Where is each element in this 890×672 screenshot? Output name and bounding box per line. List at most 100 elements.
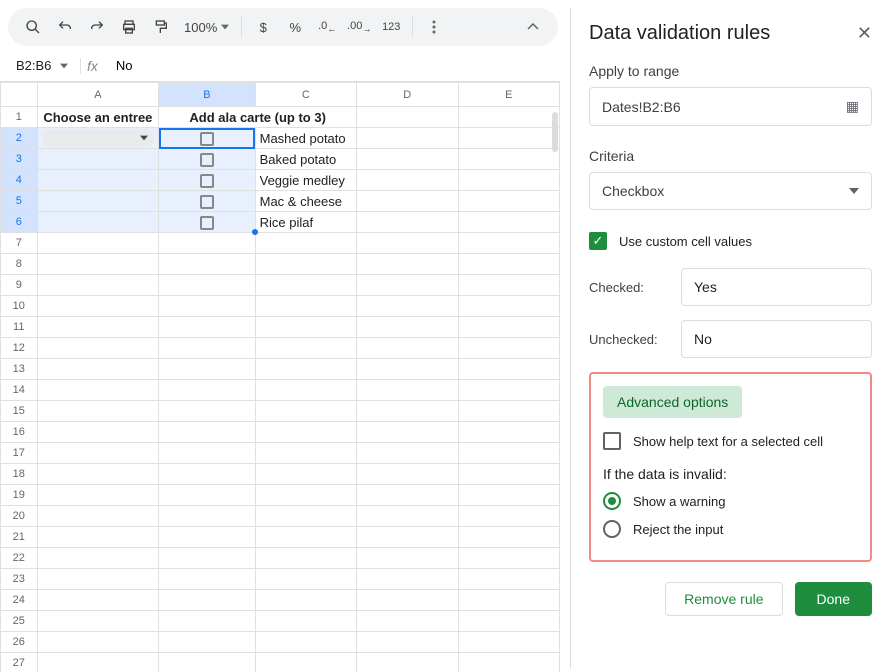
- cell[interactable]: [37, 359, 159, 380]
- increase-decimal-icon[interactable]: .00→: [346, 14, 372, 40]
- cell[interactable]: [255, 296, 356, 317]
- cell[interactable]: [357, 149, 458, 170]
- dropdown-chip[interactable]: [42, 129, 155, 147]
- cell[interactable]: [357, 632, 458, 653]
- cell[interactable]: [458, 191, 560, 212]
- cell[interactable]: [159, 569, 255, 590]
- cell[interactable]: [458, 401, 560, 422]
- cell[interactable]: [37, 590, 159, 611]
- cell[interactable]: [159, 527, 255, 548]
- row-header[interactable]: 1: [1, 107, 38, 128]
- row-header[interactable]: 19: [1, 485, 38, 506]
- row-header[interactable]: 3: [1, 149, 38, 170]
- cell[interactable]: [458, 590, 560, 611]
- selection-handle[interactable]: [252, 229, 258, 235]
- cell[interactable]: [37, 632, 159, 653]
- cell[interactable]: [357, 107, 458, 128]
- cell[interactable]: [37, 401, 159, 422]
- custom-values-checkbox[interactable]: ✓: [589, 232, 607, 250]
- vertical-scrollbar[interactable]: [552, 112, 558, 152]
- row-header[interactable]: 27: [1, 653, 38, 672]
- more-icon[interactable]: [421, 14, 447, 40]
- cell[interactable]: [458, 317, 560, 338]
- row-header[interactable]: 10: [1, 296, 38, 317]
- cell[interactable]: Veggie medley: [255, 170, 356, 191]
- row-header[interactable]: 6: [1, 212, 38, 233]
- help-text-checkbox[interactable]: [603, 432, 621, 450]
- cell[interactable]: [458, 422, 560, 443]
- cell[interactable]: [255, 380, 356, 401]
- undo-icon[interactable]: [52, 14, 78, 40]
- cell[interactable]: [255, 401, 356, 422]
- row-header[interactable]: 17: [1, 443, 38, 464]
- currency-icon[interactable]: $: [250, 14, 276, 40]
- cell[interactable]: [159, 653, 255, 672]
- zoom-dropdown[interactable]: 100%: [180, 20, 233, 35]
- row-header[interactable]: 8: [1, 254, 38, 275]
- row-header[interactable]: 21: [1, 527, 38, 548]
- cell[interactable]: [255, 443, 356, 464]
- row-header[interactable]: 13: [1, 359, 38, 380]
- cell[interactable]: [458, 338, 560, 359]
- cell[interactable]: [37, 149, 159, 170]
- checkbox-icon[interactable]: [200, 216, 214, 230]
- cell[interactable]: [458, 212, 560, 233]
- cell[interactable]: [159, 296, 255, 317]
- cell[interactable]: [255, 233, 356, 254]
- row-header[interactable]: 4: [1, 170, 38, 191]
- cell[interactable]: [357, 485, 458, 506]
- cell[interactable]: [37, 653, 159, 672]
- reject-input-radio[interactable]: [603, 520, 621, 538]
- cell[interactable]: [37, 170, 159, 191]
- cell[interactable]: [159, 170, 255, 191]
- cell[interactable]: [357, 170, 458, 191]
- cell[interactable]: [255, 590, 356, 611]
- cell[interactable]: [458, 275, 560, 296]
- cell[interactable]: [159, 359, 255, 380]
- cell[interactable]: [37, 275, 159, 296]
- select-all-corner[interactable]: [1, 83, 38, 107]
- cell[interactable]: [159, 401, 255, 422]
- cell[interactable]: [458, 380, 560, 401]
- cell[interactable]: [357, 128, 458, 149]
- cell[interactable]: [357, 527, 458, 548]
- col-header-b[interactable]: B: [159, 83, 255, 107]
- col-header-a[interactable]: A: [37, 83, 159, 107]
- row-header[interactable]: 24: [1, 590, 38, 611]
- cell[interactable]: [357, 548, 458, 569]
- cell[interactable]: [357, 401, 458, 422]
- cell[interactable]: [159, 548, 255, 569]
- cell[interactable]: [37, 569, 159, 590]
- cell[interactable]: [37, 296, 159, 317]
- cell[interactable]: [255, 632, 356, 653]
- cell[interactable]: [357, 233, 458, 254]
- cell[interactable]: [458, 359, 560, 380]
- cell[interactable]: [159, 212, 255, 233]
- cell[interactable]: [458, 653, 560, 672]
- cell[interactable]: Rice pilaf: [255, 212, 356, 233]
- cell[interactable]: [357, 653, 458, 672]
- cell[interactable]: [458, 506, 560, 527]
- select-range-icon[interactable]: ▦: [846, 98, 859, 115]
- cell[interactable]: [255, 527, 356, 548]
- name-box[interactable]: B2:B6: [12, 58, 72, 73]
- cell[interactable]: [458, 296, 560, 317]
- cell[interactable]: Choose an entree: [37, 107, 159, 128]
- cell[interactable]: [357, 506, 458, 527]
- cell[interactable]: [458, 254, 560, 275]
- advanced-options-toggle[interactable]: Advanced options: [603, 386, 742, 418]
- cell[interactable]: [357, 590, 458, 611]
- cell[interactable]: [37, 338, 159, 359]
- row-header[interactable]: 2: [1, 128, 38, 149]
- redo-icon[interactable]: [84, 14, 110, 40]
- cell[interactable]: [159, 464, 255, 485]
- cell[interactable]: [37, 212, 159, 233]
- col-header-c[interactable]: C: [255, 83, 356, 107]
- cell[interactable]: [37, 443, 159, 464]
- row-header[interactable]: 15: [1, 401, 38, 422]
- cell[interactable]: [159, 128, 255, 149]
- decrease-decimal-icon[interactable]: .0←: [314, 14, 340, 40]
- row-header[interactable]: 14: [1, 380, 38, 401]
- spreadsheet[interactable]: A B C D E 1 Choose an entree Add ala car…: [0, 82, 560, 672]
- cell[interactable]: [255, 317, 356, 338]
